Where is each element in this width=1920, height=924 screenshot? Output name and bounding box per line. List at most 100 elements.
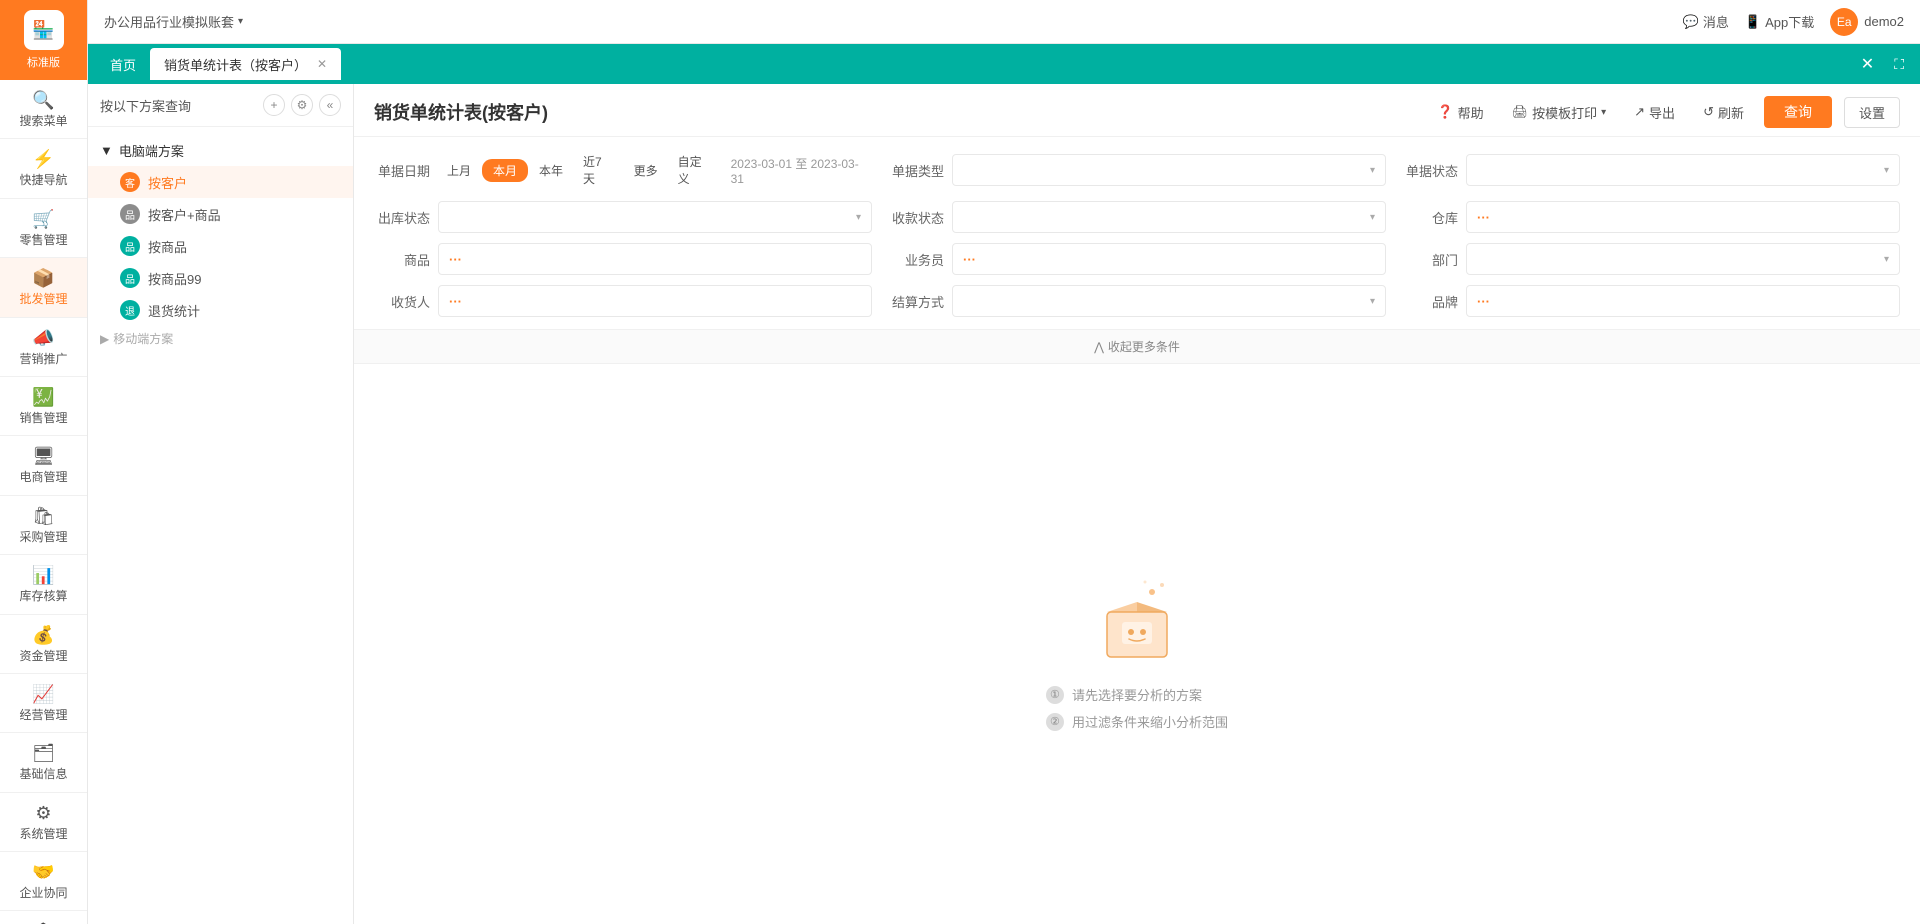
sidebar-label-sales: 销售管理	[19, 411, 67, 425]
date-tab-7days[interactable]: 近7天	[574, 149, 623, 191]
filter-staff: 业务员 ···	[888, 243, 1386, 275]
warehouse-dots: ···	[1477, 210, 1490, 225]
chevron-down-icon: ▾	[1884, 254, 1889, 265]
sidebar-label-marketing: 营销推广	[19, 352, 67, 366]
chevron-down-icon: ▾	[1370, 296, 1375, 307]
sidebar-item-operation[interactable]: 📈经营管理	[0, 674, 87, 733]
scheme-tree: ▼ 电脑端方案 客 按客户 品 按客户+商品 品 按商品 品 按商品99	[88, 127, 353, 359]
scheme-by-goods-99[interactable]: 品 按商品99	[88, 262, 353, 294]
message-btn[interactable]: 💬 消息	[1683, 12, 1729, 31]
receiver-select[interactable]: ···	[438, 285, 872, 317]
staff-select[interactable]: ···	[952, 243, 1386, 275]
goods-icon: 品	[120, 236, 140, 256]
goods-label: 商品	[374, 250, 430, 269]
date-tab-custom[interactable]: 自定义	[669, 149, 723, 191]
ship-status-label: 出库状态	[374, 208, 430, 227]
ecommerce-icon: 🖥	[32, 446, 55, 467]
filter-settlement: 结算方式 ▾	[888, 285, 1386, 317]
tip-text-1: 请先选择要分析的方案	[1072, 685, 1202, 704]
date-tab-more[interactable]: 更多	[625, 158, 667, 183]
staff-label: 业务员	[888, 250, 944, 269]
sidebar-item-retail[interactable]: 🛒零售管理	[0, 199, 87, 258]
refresh-btn[interactable]: ↺ 刷新	[1695, 99, 1752, 126]
avatar-text: Ea	[1837, 15, 1852, 29]
sidebar-item-basic[interactable]: 🗂基础信息	[0, 733, 87, 792]
add-scheme-btn[interactable]: +	[263, 94, 285, 116]
date-tab-last-month[interactable]: 上月	[438, 158, 480, 183]
template-print-btn[interactable]: 🖨 按模板打印 ▾	[1504, 99, 1615, 126]
payment-status-select[interactable]: ▾	[952, 201, 1386, 233]
export-btn[interactable]: ↗ 导出	[1626, 99, 1683, 126]
receiver-dots: ···	[449, 294, 462, 309]
sidebar-item-finance[interactable]: 💰资金管理	[0, 615, 87, 674]
collapse-bar[interactable]: ⋀ 收起更多条件	[354, 329, 1920, 364]
tab-home[interactable]: 首页	[96, 48, 150, 80]
settings-scheme-btn[interactable]: ⚙	[291, 94, 313, 116]
collapse-panel-btn[interactable]: «	[319, 94, 341, 116]
basic-icon: 🗂	[32, 743, 55, 764]
tab-sales-stat[interactable]: 销货单统计表（按客户） ✕	[150, 48, 341, 80]
date-tab-this-year[interactable]: 本年	[530, 158, 572, 183]
goods99-icon: 品	[120, 268, 140, 288]
warehouse-select[interactable]: ···	[1466, 201, 1900, 233]
page-header: 销货单统计表(按客户) ❓ 帮助 🖨 按模板打印 ▾ ↗ 导出	[354, 84, 1920, 137]
help-label: 帮助	[1458, 103, 1484, 122]
maximize-icon[interactable]: ⛶	[1886, 52, 1912, 77]
scheme-by-goods[interactable]: 品 按商品	[88, 230, 353, 262]
sidebar-item-system[interactable]: ⚙系统管理	[0, 793, 87, 852]
tab-close-icon[interactable]: ✕	[317, 57, 327, 71]
desktop-section[interactable]: ▼ 电脑端方案	[88, 135, 353, 166]
doc-type-select[interactable]: ▾	[952, 154, 1386, 186]
sidebar-item-search[interactable]: 🔍搜索菜单	[0, 80, 87, 139]
logo[interactable]: 🏪 标准版	[0, 0, 87, 80]
brand-select[interactable]: ···	[1466, 285, 1900, 317]
sidebar-item-ecommerce[interactable]: 🖥电商管理	[0, 436, 87, 495]
dept-select[interactable]: ▾	[1466, 243, 1900, 275]
goods-select[interactable]: ···	[438, 243, 872, 275]
query-btn[interactable]: 查询	[1764, 96, 1832, 128]
left-panel-header: 按以下方案查询 + ⚙ «	[88, 84, 353, 127]
sidebar-item-sales[interactable]: 💹销售管理	[0, 377, 87, 436]
sidebar-item-wholesale[interactable]: 📦批发管理	[0, 258, 87, 317]
industry-label: 办公用品行业模拟账套	[104, 12, 234, 31]
industry-select[interactable]: 办公用品行业模拟账套 ▾	[104, 12, 243, 31]
help-btn[interactable]: ❓ 帮助	[1429, 99, 1491, 126]
username: demo2	[1864, 14, 1904, 29]
sidebar-item-marketing[interactable]: 📣营销推广	[0, 318, 87, 377]
tip-num-2: ②	[1046, 713, 1064, 731]
mobile-section[interactable]: ▶ 移动端方案	[88, 326, 353, 351]
ship-status-select[interactable]: ▾	[438, 201, 872, 233]
settlement-select[interactable]: ▾	[952, 285, 1386, 317]
sidebar-item-enterprise[interactable]: 🤝企业协同	[0, 852, 87, 911]
quicknav-icon: ⚡	[32, 149, 54, 170]
doc-status-select[interactable]: ▾	[1466, 154, 1900, 186]
filter-goods: 商品 ···	[374, 243, 872, 275]
user-profile-btn[interactable]: Ea demo2	[1830, 8, 1904, 36]
filter-row-4: 收货人 ··· 结算方式 ▾ 品牌	[374, 285, 1900, 317]
sidebar-item-newuser[interactable]: 🎓新手引导	[0, 911, 87, 924]
filter-payment-status: 收款状态 ▾	[888, 201, 1386, 233]
chevron-down-icon: ▾	[1370, 165, 1375, 176]
scheme-by-customer-goods[interactable]: 品 按客户+商品	[88, 198, 353, 230]
scheme-by-customer[interactable]: 客 按客户	[88, 166, 353, 198]
tabbar-right: ✕ ⛶	[1853, 50, 1912, 78]
app-download-btn[interactable]: 📱 App下载	[1745, 12, 1814, 31]
sidebar-item-purchase[interactable]: 🛍采购管理	[0, 496, 87, 555]
collapse-up-icon: ⋀	[1094, 340, 1104, 354]
sidebar-nav: 🔍搜索菜单⚡快捷导航🛒零售管理📦批发管理📣营销推广💹销售管理🖥电商管理🛍采购管理…	[0, 80, 87, 924]
refund-icon: 退	[120, 300, 140, 320]
empty-tip-2: ② 用过滤条件来缩小分析范围	[1046, 712, 1228, 731]
finance-icon: 💰	[32, 625, 54, 646]
close-window-icon[interactable]: ✕	[1853, 50, 1882, 78]
logo-text: 标准版	[27, 54, 60, 70]
sidebar-item-inventory[interactable]: 📊库存核算	[0, 555, 87, 614]
scheme-refund-label: 退货统计	[148, 301, 200, 320]
filter-receiver: 收货人 ···	[374, 285, 872, 317]
sidebar-item-quicknav[interactable]: ⚡快捷导航	[0, 139, 87, 198]
filter-doc-status: 单据状态 ▾	[1402, 154, 1900, 186]
date-tab-this-month[interactable]: 本月	[482, 159, 528, 182]
scheme-by-goods-99-label: 按商品99	[148, 269, 201, 288]
filter-ship-status: 出库状态 ▾	[374, 201, 872, 233]
scheme-refund[interactable]: 退 退货统计	[88, 294, 353, 326]
setting-btn[interactable]: 设置	[1844, 97, 1900, 128]
